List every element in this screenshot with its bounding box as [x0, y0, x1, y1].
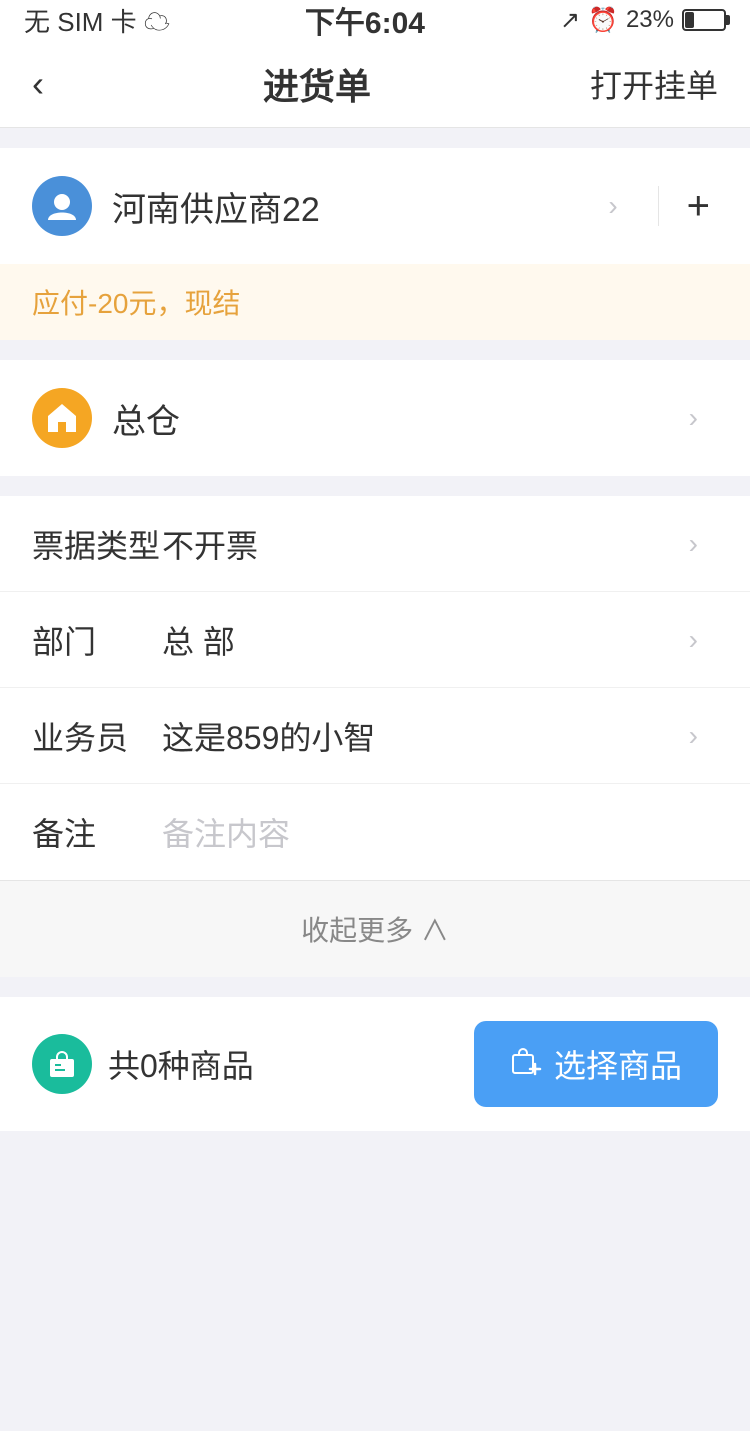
remark-row[interactable]: 备注 备注内容 — [0, 784, 750, 880]
battery-icon — [682, 9, 726, 31]
warehouse-section[interactable]: 总仓 › — [0, 360, 750, 476]
select-goods-icon — [510, 1048, 542, 1080]
select-goods-label: 选择商品 — [554, 1041, 682, 1087]
location-icon: ↗ — [560, 6, 580, 35]
warehouse-chevron-icon: › — [689, 402, 698, 434]
open-pending-button[interactable]: 打开挂单 — [590, 61, 718, 107]
battery-percent: 23% — [626, 6, 674, 34]
department-row[interactable]: 部门 总 部 › — [0, 592, 750, 688]
warehouse-icon — [32, 388, 92, 448]
salesperson-row[interactable]: 业务员 这是859的小智 › — [0, 688, 750, 784]
salesperson-label: 业务员 — [32, 713, 162, 759]
invoice-type-chevron-icon: › — [689, 528, 698, 560]
department-value: 总 部 — [162, 617, 689, 663]
form-section: 票据类型 不开票 › 部门 总 部 › 业务员 这是859的小智 › 备注 备注… — [0, 496, 750, 880]
page-background — [0, 1131, 750, 1431]
notice-banner: 应付-20元，现结 — [0, 264, 750, 340]
status-left: 无 SIM 卡 ☁ — [24, 2, 170, 39]
supplier-avatar — [32, 176, 92, 236]
department-label: 部门 — [32, 617, 162, 663]
select-goods-button[interactable]: 选择商品 — [474, 1021, 718, 1107]
add-supplier-button[interactable]: + — [679, 184, 718, 229]
alarm-icon: ⏰ — [588, 6, 618, 35]
remark-input[interactable]: 备注内容 — [162, 809, 718, 855]
supplier-chevron-icon: › — [608, 190, 617, 222]
warehouse-row[interactable]: 总仓 › — [0, 360, 750, 476]
department-chevron-icon: › — [689, 624, 698, 656]
back-button[interactable]: ‹ — [32, 63, 44, 105]
warehouse-name: 总仓 — [112, 394, 689, 443]
bottom-bar: 共0种商品 选择商品 — [0, 997, 750, 1131]
salesperson-value: 这是859的小智 — [162, 713, 689, 759]
status-time: 下午6:04 — [305, 0, 425, 42]
invoice-type-label: 票据类型 — [32, 521, 162, 567]
user-icon — [44, 188, 80, 224]
divider — [658, 186, 659, 226]
supplier-section: 河南供应商22 › + 应付-20元，现结 — [0, 148, 750, 340]
invoice-type-row[interactable]: 票据类型 不开票 › — [0, 496, 750, 592]
remark-label: 备注 — [32, 809, 162, 855]
invoice-type-value: 不开票 — [162, 521, 689, 567]
sim-label: 无 SIM 卡 ☁ — [24, 2, 170, 39]
status-bar: 无 SIM 卡 ☁ 下午6:04 ↗ ⏰ 23% — [0, 0, 750, 40]
supplier-row[interactable]: 河南供应商22 › + — [0, 148, 750, 264]
page-title: 进货单 — [263, 58, 371, 110]
salesperson-chevron-icon: › — [689, 720, 698, 752]
product-count-wrap: 共0种商品 — [32, 1034, 254, 1094]
product-count-icon — [32, 1034, 92, 1094]
collapse-toggle-button[interactable]: 收起更多 ∧ — [0, 880, 750, 977]
status-right: ↗ ⏰ 23% — [560, 6, 726, 35]
shopping-bag-icon — [45, 1047, 79, 1081]
nav-bar: ‹ 进货单 打开挂单 — [0, 40, 750, 128]
supplier-name: 河南供应商22 — [112, 182, 608, 231]
house-icon — [44, 400, 80, 436]
product-count-text: 共0种商品 — [108, 1041, 254, 1087]
